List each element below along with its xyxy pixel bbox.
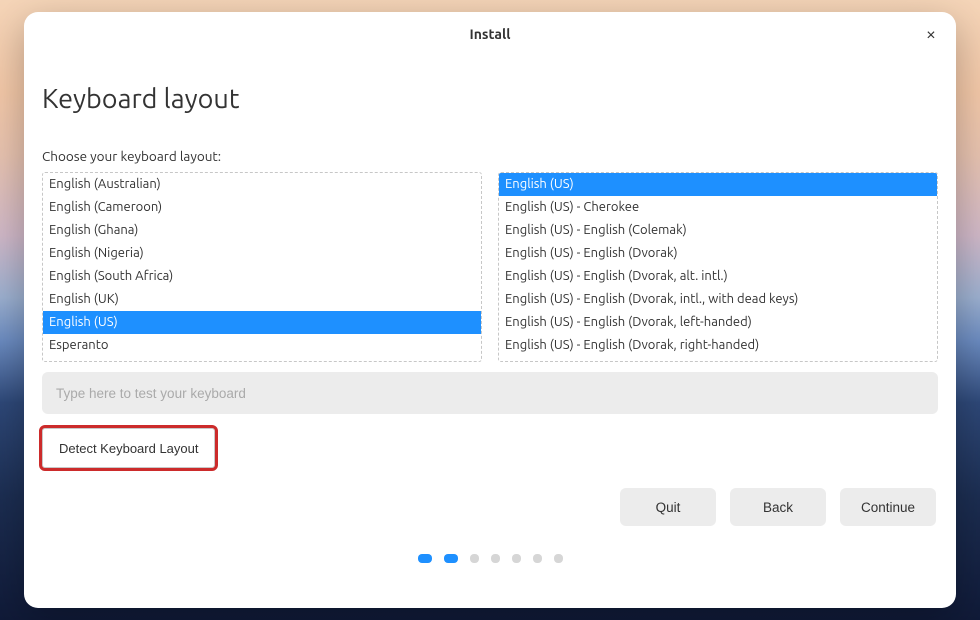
variant-list-item[interactable]: English (US) - English (Dvorak, left-han… [499, 311, 937, 334]
titlebar: Install × [24, 12, 956, 56]
layout-list[interactable]: English (Australian)English (Cameroon)En… [42, 172, 482, 362]
window-title: Install [470, 26, 511, 42]
layout-list-item[interactable]: English (Nigeria) [43, 242, 481, 265]
progress-dot [418, 554, 432, 563]
progress-dot [444, 554, 458, 563]
continue-button[interactable]: Continue [840, 488, 936, 526]
layout-list-item[interactable]: English (Australian) [43, 173, 481, 196]
page-title: Keyboard layout [42, 84, 938, 114]
variant-list-item[interactable]: English (US) - English (Dvorak, right-ha… [499, 334, 937, 357]
variant-list[interactable]: English (US)English (US) - CherokeeEngli… [498, 172, 938, 362]
variant-list-item[interactable]: English (US) - English (Dvorak, intl., w… [499, 288, 937, 311]
choose-layout-label: Choose your keyboard layout: [42, 148, 938, 164]
footer-buttons: Quit Back Continue [42, 488, 938, 526]
progress-dot [554, 554, 563, 563]
layout-list-item[interactable]: English (Cameroon) [43, 196, 481, 219]
progress-dot [491, 554, 500, 563]
back-button[interactable]: Back [730, 488, 826, 526]
quit-button[interactable]: Quit [620, 488, 716, 526]
progress-dots [42, 526, 938, 587]
layout-list-item[interactable]: Esperanto [43, 334, 481, 357]
layout-list-item[interactable]: English (UK) [43, 288, 481, 311]
variant-list-item[interactable]: English (US) - English (Dvorak) [499, 242, 937, 265]
install-window: Install × Keyboard layout Choose your ke… [24, 12, 956, 608]
layout-lists-row: English (Australian)English (Cameroon)En… [42, 172, 938, 362]
variant-list-item[interactable]: English (US) [499, 173, 937, 196]
detect-keyboard-layout-button[interactable]: Detect Keyboard Layout [42, 428, 215, 468]
content-area: Keyboard layout Choose your keyboard lay… [24, 56, 956, 608]
progress-dot [470, 554, 479, 563]
close-icon[interactable]: × [920, 23, 942, 45]
layout-list-item[interactable]: English (Ghana) [43, 219, 481, 242]
progress-dot [533, 554, 542, 563]
variant-list-item[interactable]: English (US) - English (Colemak) [499, 219, 937, 242]
layout-list-item[interactable]: English (US) [43, 311, 481, 334]
layout-list-item[interactable]: English (South Africa) [43, 265, 481, 288]
variant-list-item[interactable]: English (US) - Cherokee [499, 196, 937, 219]
variant-list-item[interactable]: English (US) - English (Dvorak, alt. int… [499, 265, 937, 288]
test-keyboard-input[interactable] [42, 372, 938, 414]
progress-dot [512, 554, 521, 563]
